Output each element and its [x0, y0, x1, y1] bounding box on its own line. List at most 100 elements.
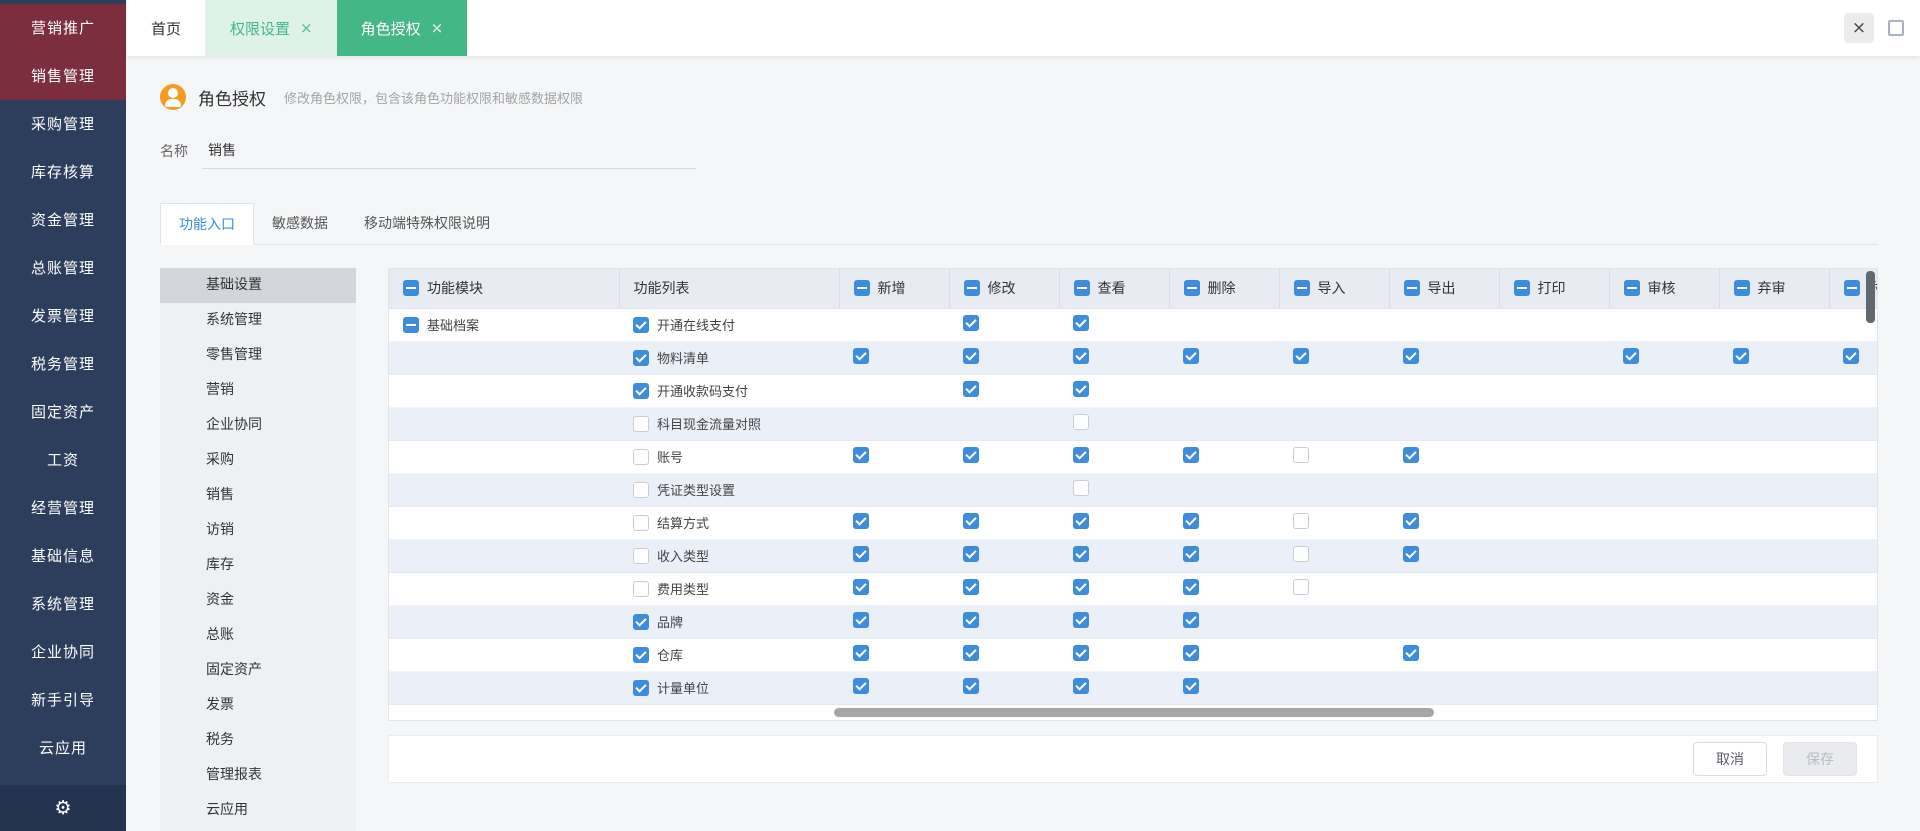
permission-checkbox[interactable] [1293, 512, 1309, 529]
sidebar-item[interactable]: 企业协同 [0, 628, 126, 676]
feature-checkbox[interactable] [633, 382, 649, 399]
content-tab[interactable]: 功能入口 [160, 203, 254, 245]
top-tab[interactable]: 角色授权 × [336, 0, 468, 56]
permission-checkbox[interactable] [1073, 413, 1089, 430]
column-select-checkbox[interactable] [1623, 280, 1640, 297]
close-icon[interactable]: × [1844, 13, 1874, 43]
permission-checkbox[interactable] [963, 677, 979, 694]
feature-checkbox[interactable] [633, 613, 649, 630]
save-button[interactable]: 保存 [1783, 741, 1857, 776]
module-list-item[interactable]: 采购 [160, 443, 356, 478]
permission-checkbox[interactable] [963, 446, 979, 463]
permission-checkbox[interactable] [1403, 347, 1419, 364]
permission-checkbox[interactable] [1293, 578, 1309, 595]
module-list-item[interactable]: 资金 [160, 583, 356, 618]
feature-checkbox[interactable] [633, 316, 649, 333]
permission-checkbox[interactable] [1073, 677, 1089, 694]
permission-checkbox[interactable] [853, 677, 869, 694]
tab-close-icon[interactable]: × [300, 20, 313, 36]
permission-checkbox[interactable] [963, 545, 979, 562]
permission-checkbox[interactable] [853, 545, 869, 562]
module-list-item[interactable]: 固定资产 [160, 653, 356, 688]
column-select-checkbox[interactable] [1403, 280, 1420, 297]
top-tab[interactable]: 首页 [126, 0, 207, 56]
permission-checkbox[interactable] [963, 611, 979, 628]
permission-checkbox[interactable] [963, 347, 979, 364]
permission-checkbox[interactable] [853, 446, 869, 463]
permission-checkbox[interactable] [1073, 314, 1089, 331]
feature-checkbox[interactable] [633, 349, 649, 366]
permission-checkbox[interactable] [1073, 578, 1089, 595]
permission-checkbox[interactable] [1293, 446, 1309, 463]
column-select-checkbox[interactable] [1293, 280, 1310, 297]
sidebar-item[interactable]: 基础信息 [0, 532, 126, 580]
permission-checkbox[interactable] [963, 578, 979, 595]
column-select-checkbox[interactable] [1073, 280, 1090, 297]
module-list-item[interactable]: 基础设置 [160, 268, 356, 303]
sidebar-item[interactable]: 工资 [0, 436, 126, 484]
permission-checkbox[interactable] [1843, 347, 1859, 364]
sidebar-item[interactable]: 库存核算 [0, 148, 126, 196]
permission-checkbox[interactable] [963, 380, 979, 397]
tab-close-icon[interactable]: × [431, 20, 444, 36]
sidebar-item[interactable]: 总账管理 [0, 244, 126, 292]
module-list-item[interactable]: 企业协同 [160, 408, 356, 443]
permission-checkbox[interactable] [1073, 644, 1089, 661]
sidebar-item[interactable]: 采购管理 [0, 100, 126, 148]
permission-checkbox[interactable] [853, 644, 869, 661]
permission-checkbox[interactable] [1073, 512, 1089, 529]
module-list-item[interactable]: 发票 [160, 688, 356, 723]
column-select-checkbox[interactable] [1733, 280, 1750, 297]
permission-checkbox[interactable] [1293, 347, 1309, 364]
permission-checkbox[interactable] [1403, 545, 1419, 562]
module-list-item[interactable]: 访销 [160, 513, 356, 548]
permission-checkbox[interactable] [1733, 347, 1749, 364]
permission-checkbox[interactable] [1073, 347, 1089, 364]
permission-checkbox[interactable] [1403, 512, 1419, 529]
permission-checkbox[interactable] [1183, 578, 1199, 595]
permission-checkbox[interactable] [853, 578, 869, 595]
permission-checkbox[interactable] [853, 347, 869, 364]
feature-checkbox[interactable] [633, 514, 649, 531]
permission-checkbox[interactable] [1403, 644, 1419, 661]
feature-checkbox[interactable] [633, 448, 649, 465]
sidebar-item[interactable]: 固定资产 [0, 388, 126, 436]
column-select-checkbox[interactable] [1843, 280, 1860, 297]
permission-checkbox[interactable] [963, 314, 979, 331]
sidebar-item[interactable]: 经营管理 [0, 484, 126, 532]
column-select-checkbox[interactable] [853, 280, 870, 297]
permission-checkbox[interactable] [1073, 611, 1089, 628]
module-list-item[interactable]: 系统管理 [160, 303, 356, 338]
permission-checkbox[interactable] [853, 611, 869, 628]
feature-checkbox[interactable] [633, 481, 649, 498]
module-list-item[interactable]: 管理报表 [160, 758, 356, 793]
column-select-checkbox[interactable] [963, 280, 980, 297]
permission-checkbox[interactable] [1183, 347, 1199, 364]
settings-gear-icon[interactable]: ⚙ [0, 785, 126, 831]
horizontal-scrollbar-thumb[interactable] [834, 707, 1434, 717]
permission-checkbox[interactable] [1403, 446, 1419, 463]
module-checkbox[interactable] [403, 316, 419, 333]
column-select-checkbox[interactable] [1513, 280, 1530, 297]
module-list-item[interactable]: 云应用 [160, 793, 356, 828]
module-list-item[interactable]: 零售管理 [160, 338, 356, 373]
permission-checkbox[interactable] [1073, 545, 1089, 562]
module-list-item[interactable]: 营销 [160, 373, 356, 408]
feature-checkbox[interactable] [633, 415, 649, 432]
sidebar-item[interactable]: 发票管理 [0, 292, 126, 340]
sidebar-item[interactable]: 云应用 [0, 724, 126, 772]
cancel-button[interactable]: 取消 [1693, 741, 1767, 776]
permission-checkbox[interactable] [1073, 446, 1089, 463]
top-tab[interactable]: 权限设置 × [206, 0, 337, 56]
permission-checkbox[interactable] [1183, 644, 1199, 661]
horizontal-scrollbar[interactable] [389, 704, 1877, 720]
module-list-item[interactable]: 总账 [160, 618, 356, 653]
module-list-item[interactable]: 销售 [160, 478, 356, 513]
permission-checkbox[interactable] [1293, 545, 1309, 562]
sidebar-item[interactable]: 销售管理 [0, 52, 126, 100]
feature-checkbox[interactable] [633, 679, 649, 696]
permission-checkbox[interactable] [1073, 479, 1089, 496]
feature-checkbox[interactable] [633, 646, 649, 663]
sidebar-item[interactable]: 税务管理 [0, 340, 126, 388]
role-name-input[interactable]: 销售 [202, 140, 696, 169]
